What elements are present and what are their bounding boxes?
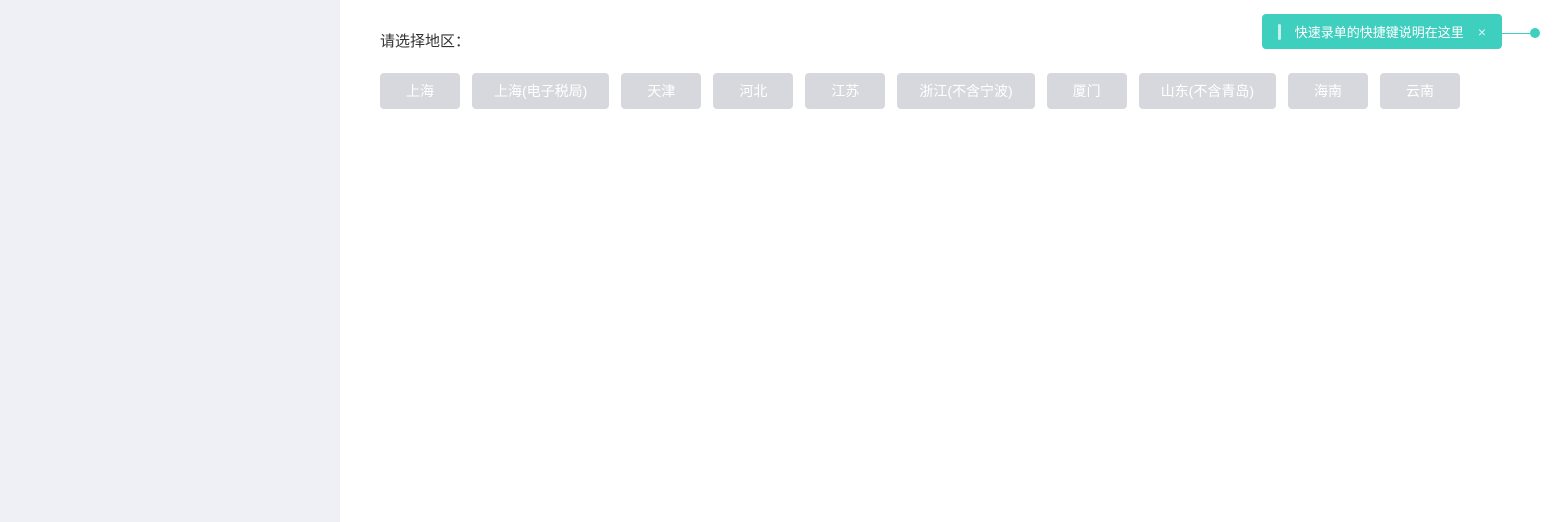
region-button-shanghai-etax[interactable]: 上海(电子税局) — [472, 73, 609, 109]
tooltip-text: 快速录单的快捷键说明在这里 — [1295, 22, 1464, 41]
tooltip-banner: 快速录单的快捷键说明在这里 × — [1262, 14, 1502, 49]
region-button-tianjin[interactable]: 天津 — [621, 73, 701, 109]
region-buttons: 上海上海(电子税局) 天津河北江苏浙江(不含宁波) 厦门山东(不含青岛) 海南云南 — [380, 73, 1522, 109]
region-button-shanghai[interactable]: 上海 — [380, 73, 460, 109]
left-sidebar — [0, 0, 340, 522]
region-button-xiamen[interactable]: 厦门 — [1047, 73, 1127, 109]
region-button-jiangsu[interactable]: 江苏 — [805, 73, 885, 109]
region-button-yunnan[interactable]: 云南 — [1380, 73, 1460, 109]
main-content: 请选择地区： 上海上海(电子税局)天津河北江苏浙江(不含宁波)厦门山东(不含青岛… — [340, 0, 1562, 522]
tooltip-line — [1502, 33, 1530, 34]
tooltip-close-button[interactable]: × — [1478, 24, 1486, 40]
tooltip-dot — [1530, 28, 1540, 38]
region-button-shandong[interactable]: 山东(不含青岛) — [1139, 73, 1276, 109]
region-button-hainan[interactable]: 海南 — [1288, 73, 1368, 109]
region-button-hebei[interactable]: 河北 — [713, 73, 793, 109]
region-button-zhejiang[interactable]: 浙江(不含宁波) — [897, 73, 1034, 109]
